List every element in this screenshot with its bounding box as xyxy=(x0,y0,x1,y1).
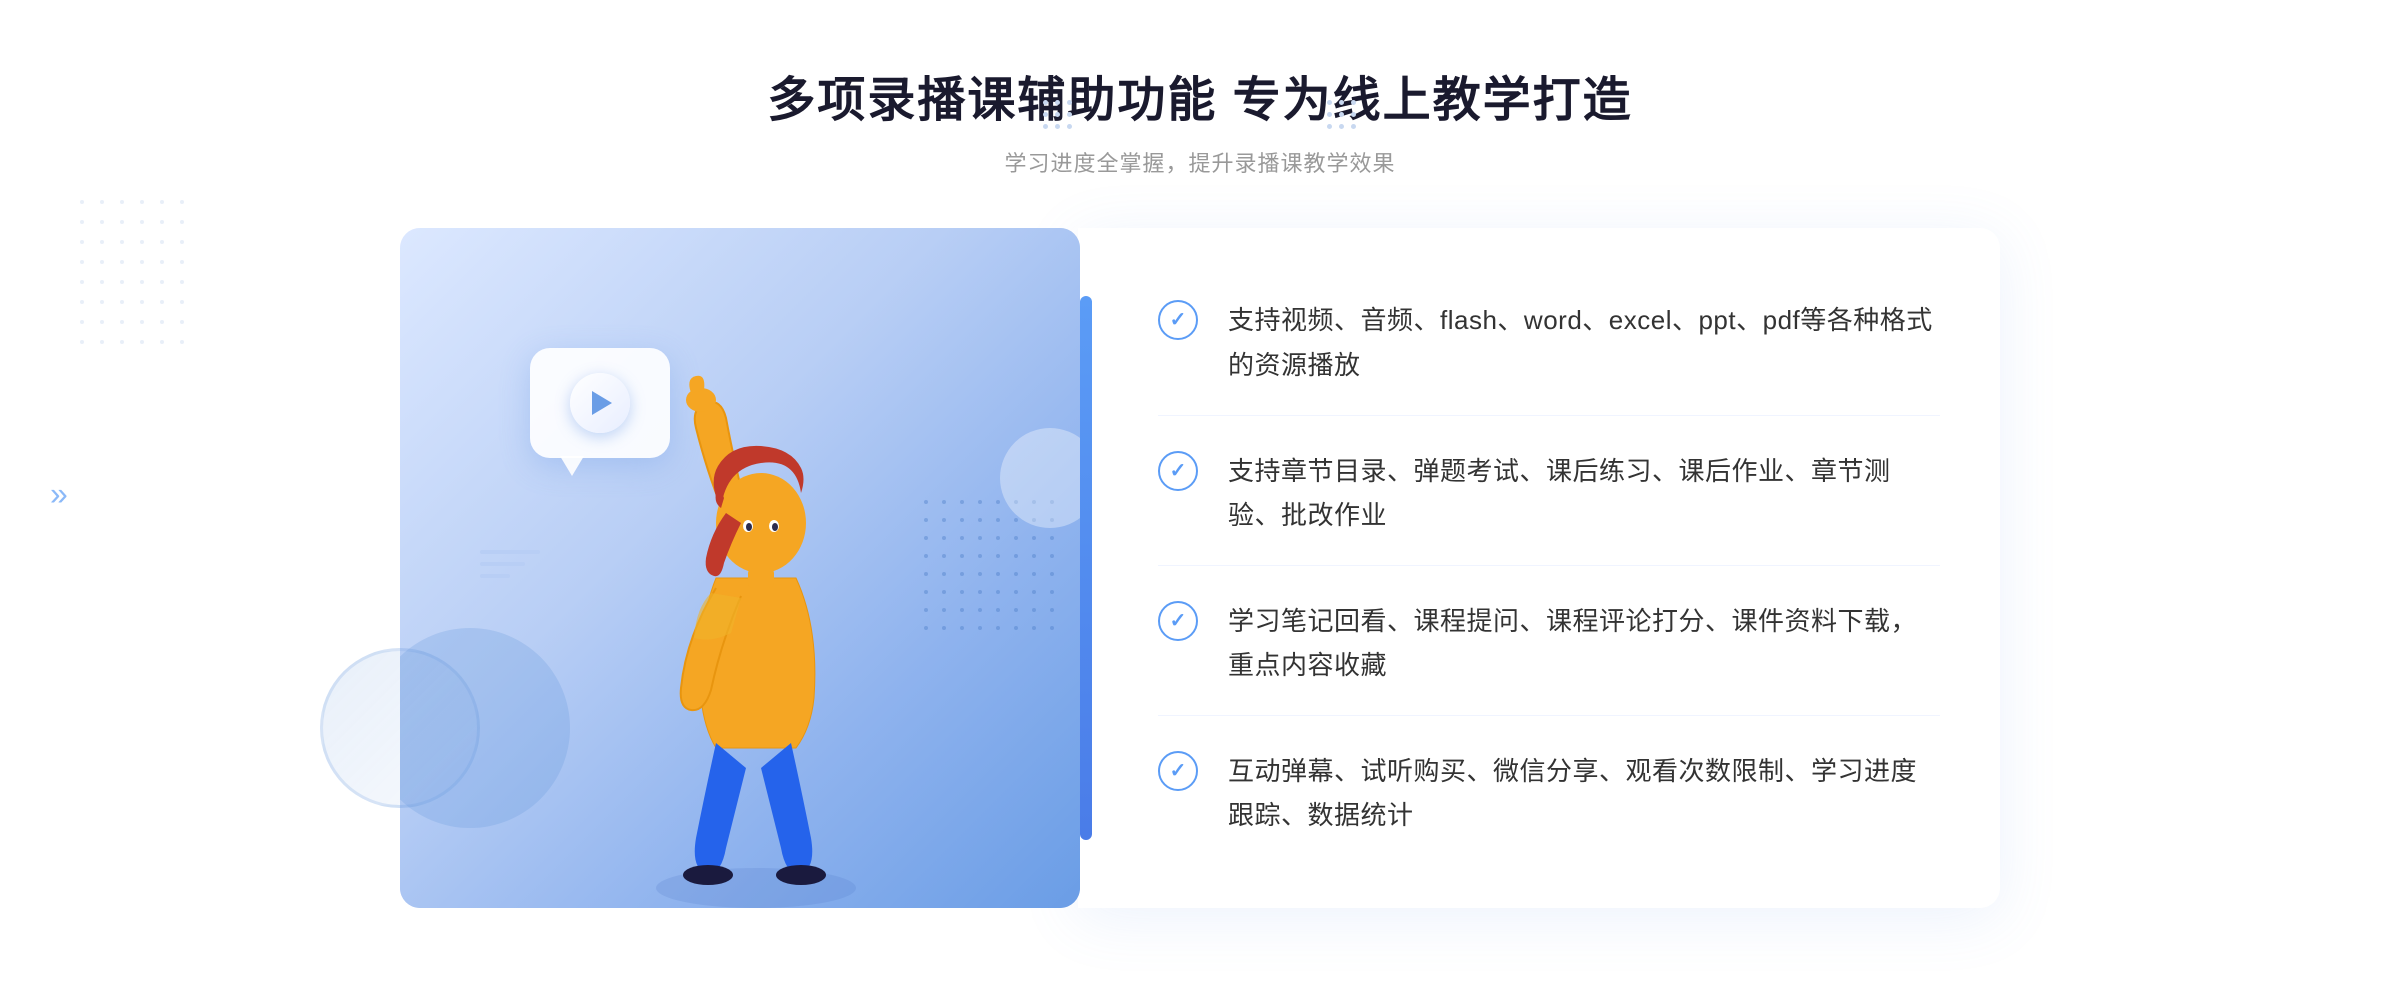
content-area: 支持视频、音频、flash、word、excel、ppt、pdf等各种格式的资源… xyxy=(400,228,2000,908)
feature-item-2: 支持章节目录、弹题考试、课后练习、课后作业、章节测验、批改作业 xyxy=(1158,421,1940,566)
check-circle-4 xyxy=(1158,751,1198,791)
feature-item-3: 学习笔记回看、课程提问、课程评论打分、课件资料下载，重点内容收藏 xyxy=(1158,571,1940,716)
feature-text-3: 学习笔记回看、课程提问、课程评论打分、课件资料下载，重点内容收藏 xyxy=(1228,599,1940,687)
sub-title: 学习进度全掌握，提升录播课教学效果 xyxy=(767,146,1632,178)
far-left-arrows-icon: » xyxy=(50,476,68,513)
main-title: 多项录播课辅助功能 专为线上教学打造 xyxy=(767,60,1632,130)
header-section: 多项录播课辅助功能 专为线上教学打造 学习进度全掌握，提升录播课教学效果 xyxy=(767,60,1632,178)
check-icon-2 xyxy=(1158,451,1198,491)
feature-item-4: 互动弹幕、试听购买、微信分享、观看次数限制、学习进度跟踪、数据统计 xyxy=(1158,721,1940,865)
semi-circle-decoration xyxy=(320,648,480,808)
check-icon-1 xyxy=(1158,300,1198,340)
feature-text-1: 支持视频、音频、flash、word、excel、ppt、pdf等各种格式的资源… xyxy=(1228,298,1940,386)
feature-text-4: 互动弹幕、试听购买、微信分享、观看次数限制、学习进度跟踪、数据统计 xyxy=(1228,749,1940,837)
check-circle-2 xyxy=(1158,451,1198,491)
feature-text-2: 支持章节目录、弹题考试、课后练习、课后作业、章节测验、批改作业 xyxy=(1228,449,1940,537)
check-circle-3 xyxy=(1158,601,1198,641)
illustration-inner xyxy=(400,228,1080,908)
features-panel: 支持视频、音频、flash、word、excel、ppt、pdf等各种格式的资源… xyxy=(1078,228,2000,908)
page-container: » 多项录播课辅助功能 专为线上教学打造 学习进度全掌握，提升录播课教学效果 xyxy=(0,0,2400,988)
check-icon-3 xyxy=(1158,601,1198,641)
deco-dots-top-left xyxy=(1327,100,1357,130)
check-circle-1 xyxy=(1158,300,1198,340)
blue-accent-bar xyxy=(1080,296,1092,840)
hlines-decoration xyxy=(480,550,540,586)
check-icon-4 xyxy=(1158,751,1198,791)
person-figure xyxy=(596,348,956,908)
deco-dots-top-right xyxy=(1043,100,1073,130)
feature-item-1: 支持视频、音频、flash、word、excel、ppt、pdf等各种格式的资源… xyxy=(1158,270,1940,415)
bg-dots-left xyxy=(80,200,190,350)
left-illustration xyxy=(400,228,1080,908)
